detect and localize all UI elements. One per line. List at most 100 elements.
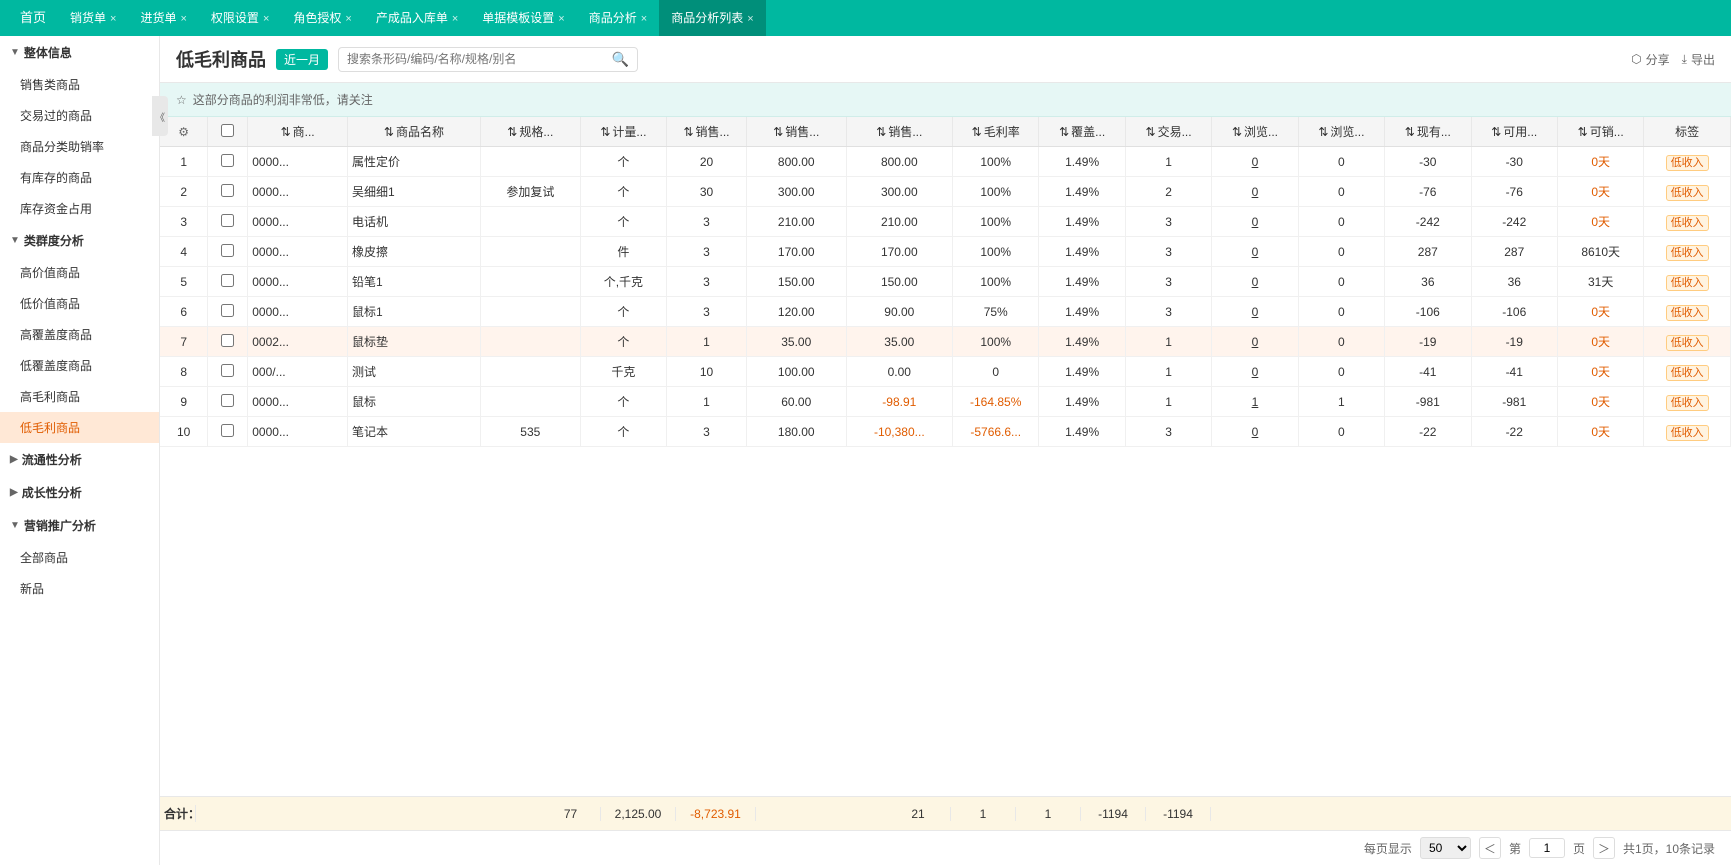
browse1-link[interactable]: 0: [1252, 305, 1259, 319]
row-check[interactable]: [208, 207, 248, 237]
nav-role-close[interactable]: ×: [345, 13, 351, 25]
col-gross-rate-header[interactable]: ⇅毛利率: [953, 117, 1039, 147]
table-container[interactable]: ⚙ ⇅商... ⇅商品名称 ⇅规格...: [160, 117, 1731, 796]
browse1-link[interactable]: 1: [1252, 395, 1259, 409]
sidebar-collapse-button[interactable]: 《: [152, 96, 168, 136]
row-checkbox[interactable]: [221, 394, 234, 407]
row-checkbox[interactable]: [221, 244, 234, 257]
sidebar-item-new-goods[interactable]: 新品: [0, 573, 159, 604]
per-page-select[interactable]: 50 100: [1420, 837, 1471, 859]
page-number-input[interactable]: [1529, 838, 1565, 858]
browse1-link[interactable]: 0: [1252, 185, 1259, 199]
search-input[interactable]: [347, 52, 612, 66]
nav-template-close[interactable]: ×: [558, 13, 564, 25]
row-browse1[interactable]: 0: [1212, 237, 1298, 267]
row-checkbox[interactable]: [221, 424, 234, 437]
sidebar-item-high-value[interactable]: 高价值商品: [0, 257, 159, 288]
nav-product-analysis-close[interactable]: ×: [641, 13, 647, 25]
nav-template-settings[interactable]: 单据模板设置×: [470, 0, 576, 36]
col-check-header[interactable]: [208, 117, 248, 147]
col-sales-amt-header[interactable]: ⇅销售...: [746, 117, 846, 147]
col-code-header[interactable]: ⇅商...: [248, 117, 348, 147]
row-checkbox[interactable]: [221, 334, 234, 347]
sidebar-group-overall-info[interactable]: ▼ 整体信息: [0, 36, 159, 69]
nav-purchase-order[interactable]: 进货单×: [128, 0, 198, 36]
row-check[interactable]: [208, 327, 248, 357]
nav-product-analysis-list-close[interactable]: ×: [747, 13, 753, 25]
browse1-link[interactable]: 0: [1252, 245, 1259, 259]
row-check[interactable]: [208, 177, 248, 207]
row-check[interactable]: [208, 237, 248, 267]
row-browse1[interactable]: 0: [1212, 207, 1298, 237]
col-sales-profit-header[interactable]: ⇅销售...: [846, 117, 952, 147]
sidebar-item-traded-goods[interactable]: 交易过的商品: [0, 100, 159, 131]
sidebar-group-cluster-analysis[interactable]: ▼ 类群度分析: [0, 224, 159, 257]
prev-page-button[interactable]: ＜: [1479, 837, 1501, 859]
row-browse1[interactable]: 1: [1212, 387, 1298, 417]
sidebar-item-all-goods[interactable]: 全部商品: [0, 542, 159, 573]
share-button[interactable]: ⬡ 分享: [1631, 51, 1670, 68]
nav-permission-settings[interactable]: 权限设置×: [199, 0, 281, 36]
nav-product-analysis[interactable]: 商品分析×: [577, 0, 659, 36]
nav-permission-close[interactable]: ×: [263, 13, 269, 25]
date-badge[interactable]: 近一月: [276, 49, 328, 70]
row-browse1[interactable]: 0: [1212, 297, 1298, 327]
col-saleable-header[interactable]: ⇅可销...: [1557, 117, 1643, 147]
row-browse1[interactable]: 0: [1212, 267, 1298, 297]
sidebar-item-low-coverage[interactable]: 低覆盖度商品: [0, 350, 159, 381]
row-browse1[interactable]: 0: [1212, 327, 1298, 357]
search-icon[interactable]: 🔍: [612, 51, 629, 68]
browse1-link[interactable]: 0: [1252, 425, 1259, 439]
row-check[interactable]: [208, 357, 248, 387]
browse1-link[interactable]: 0: [1252, 365, 1259, 379]
next-page-button[interactable]: ＞: [1593, 837, 1615, 859]
sidebar-item-low-value[interactable]: 低价值商品: [0, 288, 159, 319]
select-all-checkbox[interactable]: [221, 124, 234, 137]
row-browse1[interactable]: 0: [1212, 147, 1298, 177]
nav-purchase-order-close[interactable]: ×: [180, 13, 186, 25]
row-checkbox[interactable]: [221, 274, 234, 287]
sidebar-item-stock-capital[interactable]: 库存资金占用: [0, 193, 159, 224]
nav-sales-order[interactable]: 销货单×: [58, 0, 128, 36]
col-available-header[interactable]: ⇅可用...: [1471, 117, 1557, 147]
sidebar-group-growth-analysis[interactable]: ▶ 成长性分析: [0, 476, 159, 509]
nav-role-auth[interactable]: 角色授权×: [281, 0, 363, 36]
col-unit-header[interactable]: ⇅计量...: [580, 117, 666, 147]
col-coverage-header[interactable]: ⇅覆盖...: [1039, 117, 1125, 147]
col-browse2-header[interactable]: ⇅浏览...: [1298, 117, 1384, 147]
col-name-header[interactable]: ⇅商品名称: [347, 117, 480, 147]
row-checkbox[interactable]: [221, 304, 234, 317]
export-button[interactable]: ⤓ 导出: [1682, 51, 1715, 68]
browse1-link[interactable]: 0: [1252, 275, 1259, 289]
col-spec-header[interactable]: ⇅规格...: [480, 117, 580, 147]
row-browse1[interactable]: 0: [1212, 417, 1298, 447]
row-browse1[interactable]: 0: [1212, 357, 1298, 387]
row-check[interactable]: [208, 297, 248, 327]
row-checkbox[interactable]: [221, 184, 234, 197]
sidebar-item-high-margin[interactable]: 高毛利商品: [0, 381, 159, 412]
sidebar-item-category-rate[interactable]: 商品分类助销率: [0, 131, 159, 162]
col-browse1-header[interactable]: ⇅浏览...: [1212, 117, 1298, 147]
nav-sales-order-close[interactable]: ×: [110, 13, 116, 25]
sidebar-item-low-margin[interactable]: 低毛利商品: [0, 412, 159, 443]
row-checkbox[interactable]: [221, 364, 234, 377]
col-current-header[interactable]: ⇅现有...: [1385, 117, 1471, 147]
nav-product-warehouse[interactable]: 产成品入库单×: [364, 0, 470, 36]
sidebar-item-high-coverage[interactable]: 高覆盖度商品: [0, 319, 159, 350]
col-tag-header[interactable]: 标签: [1644, 117, 1731, 147]
row-check[interactable]: [208, 147, 248, 177]
row-checkbox[interactable]: [221, 154, 234, 167]
sidebar-group-marketing-analysis[interactable]: ▼ 营销推广分析: [0, 509, 159, 542]
browse1-link[interactable]: 0: [1252, 215, 1259, 229]
nav-product-warehouse-close[interactable]: ×: [452, 13, 458, 25]
sidebar-group-flow-analysis[interactable]: ▶ 流通性分析: [0, 443, 159, 476]
col-sales-qty-header[interactable]: ⇅销售...: [667, 117, 747, 147]
row-browse1[interactable]: 0: [1212, 177, 1298, 207]
browse1-link[interactable]: 0: [1252, 155, 1259, 169]
sidebar-item-stock-goods[interactable]: 有库存的商品: [0, 162, 159, 193]
nav-product-analysis-list[interactable]: 商品分析列表×: [659, 0, 765, 36]
row-check[interactable]: [208, 387, 248, 417]
row-checkbox[interactable]: [221, 214, 234, 227]
row-check[interactable]: [208, 417, 248, 447]
nav-home[interactable]: 首页: [8, 0, 58, 36]
